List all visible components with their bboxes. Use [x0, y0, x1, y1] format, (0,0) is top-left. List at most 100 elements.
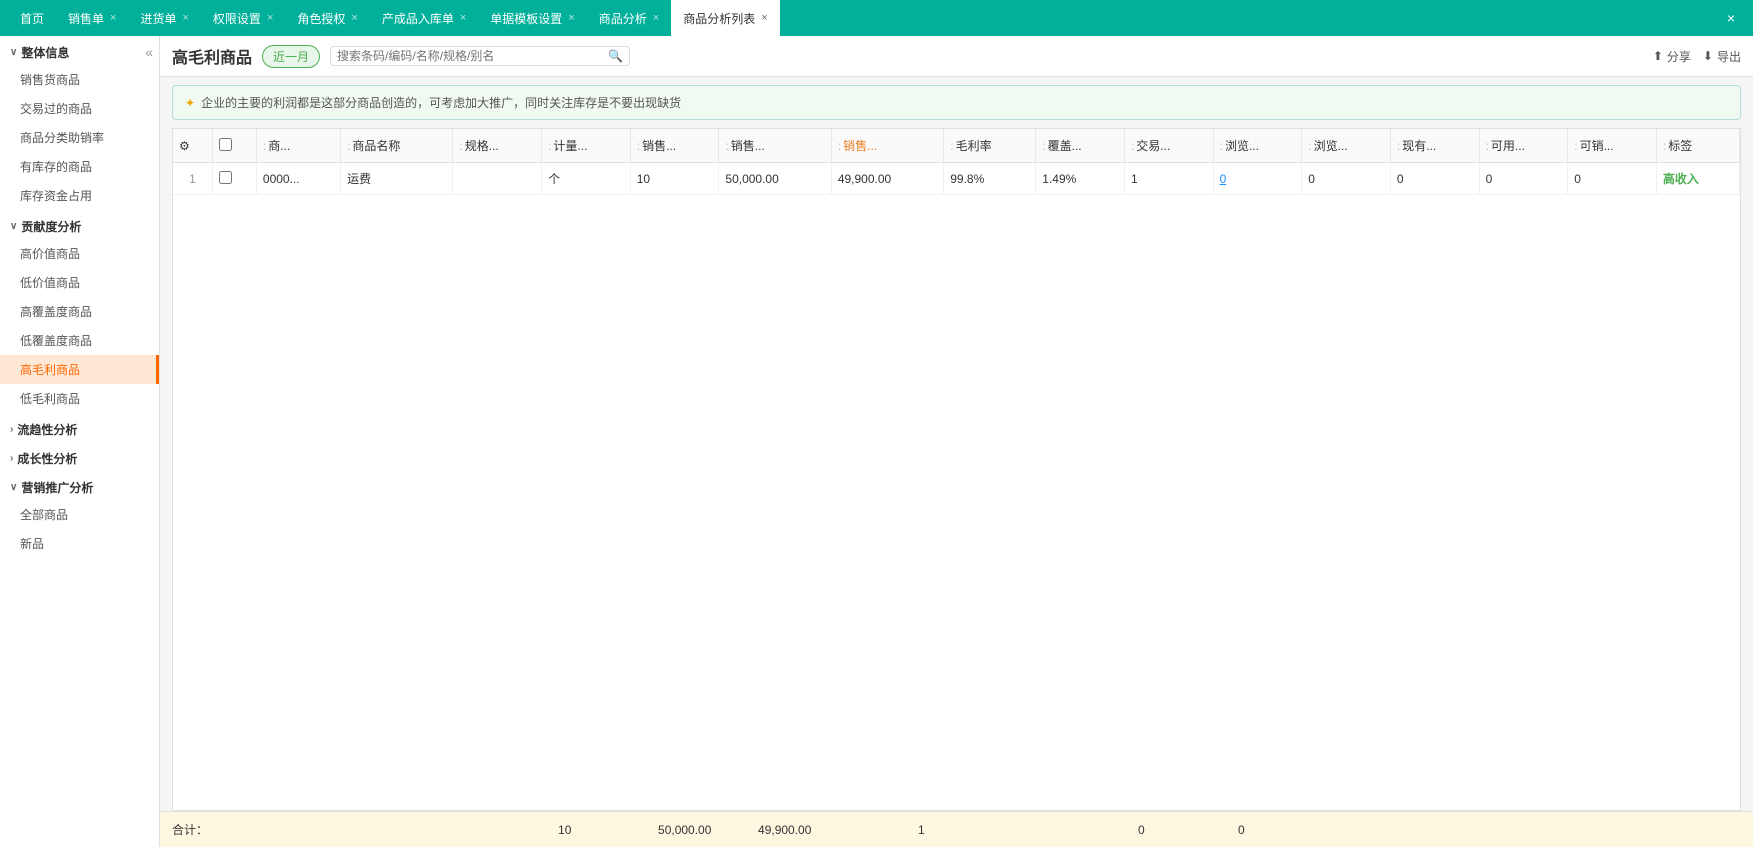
sidebar-group-marketing[interactable]: ∨ 营销推广分析 [0, 471, 159, 500]
sidebar-group-trend[interactable]: › 流趋性分析 [0, 413, 159, 442]
sidebar-item-traded-goods[interactable]: 交易过的商品 [0, 94, 159, 123]
col-name[interactable]: :商品名称 [341, 129, 453, 163]
row-current-stock: 0 [1390, 163, 1479, 195]
close-icon[interactable]: × [568, 12, 574, 24]
row-transaction: 1 [1124, 163, 1213, 195]
sidebar-item-sales-goods[interactable]: 销售货商品 [0, 65, 159, 94]
sidebar-group-growth[interactable]: › 成长性分析 [0, 442, 159, 471]
sidebar-item-high-coverage[interactable]: 高覆盖度商品 [0, 297, 159, 326]
share-button[interactable]: ⬆ 分享 [1653, 48, 1691, 65]
sidebar-item-in-stock-goods[interactable]: 有库存的商品 [0, 152, 159, 181]
nav-home[interactable]: 首页 [8, 0, 56, 36]
share-icon: ⬆ [1653, 49, 1663, 63]
col-unit[interactable]: :计量... [542, 129, 631, 163]
footer-bar: 合计： 10 50,000.00 49,900.00 1 0 0 [160, 811, 1753, 847]
select-all-checkbox[interactable] [219, 138, 232, 151]
sidebar-item-all-goods[interactable]: 全部商品 [0, 500, 159, 529]
chevron-down-icon: ∨ [10, 47, 17, 58]
sidebar-item-new-goods[interactable]: 新品 [0, 529, 159, 558]
data-table-container[interactable]: ⚙ :商... :商品名称 :规格... :计量... :销售... :销售..… [172, 128, 1741, 811]
row-spec [453, 163, 542, 195]
nav-purchase[interactable]: 进货单 × [128, 0, 200, 36]
chevron-down-icon: ∨ [10, 482, 17, 493]
nav-sales[interactable]: 销售单 × [56, 0, 128, 36]
row-available-stock: 0 [1479, 163, 1568, 195]
row-sale-qty: 10 [630, 163, 719, 195]
col-sale-amount[interactable]: :销售... [719, 129, 831, 163]
col-view1[interactable]: :浏览... [1213, 129, 1302, 163]
window-close-button[interactable]: × [1717, 0, 1745, 36]
row-checkbox[interactable] [212, 163, 256, 195]
close-icon[interactable]: × [267, 12, 273, 24]
top-nav: 首页 销售单 × 进货单 × 权限设置 × 角色授权 × 产成品入库单 × 单据… [0, 0, 1753, 36]
sidebar-item-stock-capital[interactable]: 库存资金占用 [0, 181, 159, 210]
row-num: 1 [173, 163, 212, 195]
filter-month-button[interactable]: 近一月 [262, 45, 320, 68]
search-box: 🔍 [330, 46, 630, 66]
sidebar-item-low-coverage[interactable]: 低覆盖度商品 [0, 326, 159, 355]
data-table: ⚙ :商... :商品名称 :规格... :计量... :销售... :销售..… [173, 129, 1740, 195]
row-sale-amount: 50,000.00 [719, 163, 831, 195]
nav-product-analysis-list[interactable]: 商品分析列表 × [671, 0, 779, 36]
col-current-stock[interactable]: :现有... [1390, 129, 1479, 163]
sidebar-item-high-margin[interactable]: 高毛利商品 [0, 355, 159, 384]
close-icon[interactable]: × [182, 12, 188, 24]
col-coverage[interactable]: :覆盖... [1036, 129, 1125, 163]
row-saleable-stock: 0 [1568, 163, 1657, 195]
close-icon[interactable]: × [110, 12, 116, 24]
close-icon[interactable]: × [653, 12, 659, 24]
sidebar-item-low-value[interactable]: 低价值商品 [0, 268, 159, 297]
footer-transaction: 1 [918, 823, 998, 837]
sidebar-group-contribution[interactable]: ∨ 贡献度分析 [0, 210, 159, 239]
col-available-stock[interactable]: :可用... [1479, 129, 1568, 163]
table-row: 1 0000... 运费 个 10 50,000.00 49,900.00 99… [173, 163, 1740, 195]
nav-permissions[interactable]: 权限设置 × [201, 0, 285, 36]
total-label: 合计： [172, 821, 208, 838]
row-unit: 个 [542, 163, 631, 195]
content-header: 高毛利商品 近一月 🔍 ⬆ 分享 ⬇ 导出 [160, 36, 1753, 77]
sidebar-item-category-sales-rate[interactable]: 商品分类助销率 [0, 123, 159, 152]
header-actions: ⬆ 分享 ⬇ 导出 [1653, 48, 1741, 65]
footer-current-stock: 0 [1138, 823, 1218, 837]
nav-template-settings[interactable]: 单据模板设置 × [478, 0, 586, 36]
row-coverage: 1.49% [1036, 163, 1125, 195]
content-area: 高毛利商品 近一月 🔍 ⬆ 分享 ⬇ 导出 ✦ 企业的主要的利润都是这部分商品创… [160, 36, 1753, 847]
row-sale-profit: 49,900.00 [831, 163, 943, 195]
sidebar-item-low-margin[interactable]: 低毛利商品 [0, 384, 159, 413]
page-title: 高毛利商品 [172, 44, 252, 68]
nav-finished-goods[interactable]: 产成品入库单 × [370, 0, 478, 36]
col-sale-qty[interactable]: :销售... [630, 129, 719, 163]
close-icon[interactable]: × [761, 12, 767, 24]
col-spec[interactable]: :规格... [453, 129, 542, 163]
footer-sale-qty: 10 [558, 823, 638, 837]
col-checkbox[interactable] [212, 129, 256, 163]
search-input[interactable] [337, 49, 608, 63]
close-icon[interactable]: × [460, 12, 466, 24]
export-button[interactable]: ⬇ 导出 [1703, 48, 1741, 65]
row-name: 运费 [341, 163, 453, 195]
chevron-right-icon: › [10, 453, 13, 464]
close-icon[interactable]: × [351, 12, 357, 24]
sidebar-group-overall[interactable]: ∨ 整体信息 [0, 36, 159, 65]
footer-sale-profit: 49,900.00 [758, 823, 838, 837]
nav-roles[interactable]: 角色授权 × [285, 0, 369, 36]
row-code: 0000... [256, 163, 340, 195]
col-transaction[interactable]: :交易... [1124, 129, 1213, 163]
export-icon: ⬇ [1703, 49, 1713, 63]
sidebar-collapse-button[interactable]: « [145, 44, 153, 60]
col-tag[interactable]: :标签 [1656, 129, 1739, 163]
sidebar-item-high-value[interactable]: 高价值商品 [0, 239, 159, 268]
col-saleable-stock[interactable]: :可销... [1568, 129, 1657, 163]
col-code[interactable]: :商... [256, 129, 340, 163]
row-view2: 0 [1302, 163, 1391, 195]
row-view1[interactable]: 0 [1213, 163, 1302, 195]
col-gross-margin[interactable]: :毛利率 [944, 129, 1036, 163]
main-layout: « ∨ 整体信息 销售货商品 交易过的商品 商品分类助销率 有库存的商品 库存资… [0, 36, 1753, 847]
nav-product-analysis[interactable]: 商品分析 × [587, 0, 671, 36]
col-sale-profit[interactable]: :销售... [831, 129, 943, 163]
info-icon: ✦ [185, 96, 195, 110]
info-bar: ✦ 企业的主要的利润都是这部分商品创造的，可考虑加大推广，同时关注库存是不要出现… [172, 85, 1741, 120]
col-settings[interactable]: ⚙ [173, 129, 212, 163]
col-view2[interactable]: :浏览... [1302, 129, 1391, 163]
search-icon[interactable]: 🔍 [608, 49, 623, 63]
